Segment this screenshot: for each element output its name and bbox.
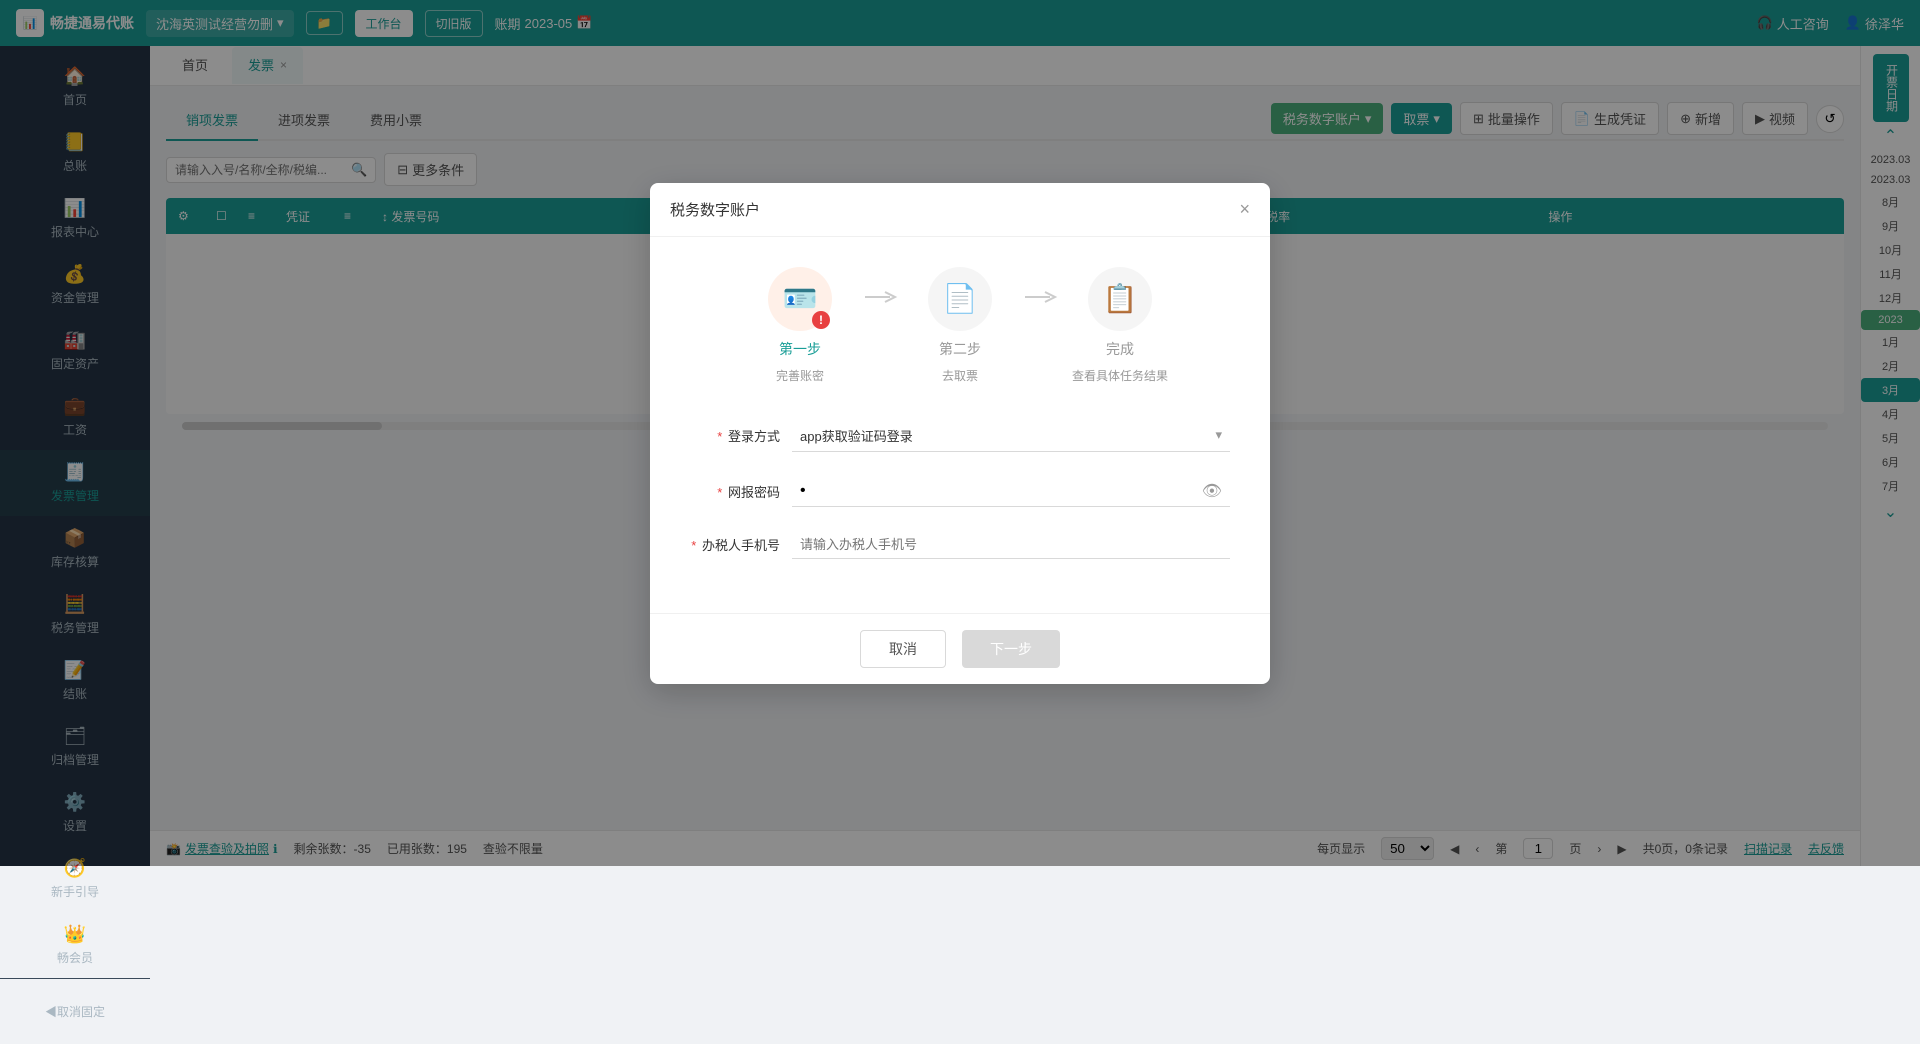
sidebar-bottom: ◀取消固定 bbox=[0, 978, 150, 1044]
required-mark2: * bbox=[717, 485, 722, 500]
step1-desc: 完善账密 bbox=[776, 367, 824, 384]
step3-desc: 查看具体任务结果 bbox=[1072, 367, 1168, 384]
step3-icon: 📋 bbox=[1088, 267, 1152, 331]
step1-badge: ! bbox=[812, 311, 830, 329]
step-1: 🪪 ! 第一步 完善账密 bbox=[740, 267, 860, 384]
dialog-footer: 取消 下一步 bbox=[650, 613, 1270, 684]
password-field: 👁 bbox=[792, 476, 1230, 507]
step2-label: 第二步 bbox=[939, 339, 981, 359]
unpin-btn[interactable]: ◀取消固定 bbox=[0, 991, 150, 1032]
password-row: * 网报密码 👁 bbox=[690, 476, 1230, 507]
step1-icon: 🪪 ! bbox=[768, 267, 832, 331]
required-mark3: * bbox=[691, 538, 696, 553]
next-btn[interactable]: 下一步 bbox=[962, 630, 1060, 668]
password-input[interactable] bbox=[792, 476, 1194, 506]
password-eye-icon[interactable]: 👁 bbox=[1194, 481, 1230, 501]
unpin-label: ◀取消固定 bbox=[45, 1003, 105, 1020]
login-method-select[interactable]: app获取验证码登录 ▾ bbox=[792, 420, 1230, 452]
step2-desc: 去取票 bbox=[942, 367, 978, 384]
dialog-close-btn[interactable]: × bbox=[1239, 199, 1250, 220]
sidebar-label-guide: 新手引导 bbox=[51, 883, 99, 900]
step-arrow-1 bbox=[860, 267, 900, 307]
step-arrow-2 bbox=[1020, 267, 1060, 307]
login-method-value: app获取验证码登录 bbox=[800, 426, 1215, 445]
phone-row: * 办税人手机号 bbox=[690, 531, 1230, 559]
dialog-header: 税务数字账户 × bbox=[650, 183, 1270, 237]
required-mark1: * bbox=[717, 429, 722, 444]
phone-label: * 办税人手机号 bbox=[690, 535, 780, 554]
password-label: * 网报密码 bbox=[690, 482, 780, 501]
sidebar-item-member[interactable]: 👑 畅会员 bbox=[0, 912, 150, 978]
phone-field bbox=[792, 531, 1230, 559]
step-3: 📋 完成 查看具体任务结果 bbox=[1060, 267, 1180, 384]
phone-input[interactable] bbox=[792, 531, 1230, 558]
step3-label: 完成 bbox=[1106, 339, 1134, 359]
login-method-row: * 登录方式 app获取验证码登录 ▾ bbox=[690, 420, 1230, 452]
step1-badge-text: ! bbox=[819, 313, 823, 327]
member-icon: 👑 bbox=[64, 924, 86, 945]
step-2: 📄 第二步 去取票 bbox=[900, 267, 1020, 384]
cancel-btn[interactable]: 取消 bbox=[860, 630, 946, 668]
step1-label: 第一步 bbox=[779, 339, 821, 359]
login-method-label: * 登录方式 bbox=[690, 426, 780, 445]
tax-digital-dialog: 税务数字账户 × 🪪 ! 第一步 完善账密 bbox=[650, 183, 1270, 684]
steps-container: 🪪 ! 第一步 完善账密 📄 bbox=[690, 267, 1230, 384]
modal-overlay: 税务数字账户 × 🪪 ! 第一步 完善账密 bbox=[0, 0, 1920, 866]
dialog-body: 🪪 ! 第一步 完善账密 📄 bbox=[650, 237, 1270, 613]
step2-icon: 📄 bbox=[928, 267, 992, 331]
sidebar-label-member: 畅会员 bbox=[57, 949, 93, 966]
login-method-arrow: ▾ bbox=[1215, 427, 1222, 443]
dialog-title: 税务数字账户 bbox=[670, 199, 760, 220]
